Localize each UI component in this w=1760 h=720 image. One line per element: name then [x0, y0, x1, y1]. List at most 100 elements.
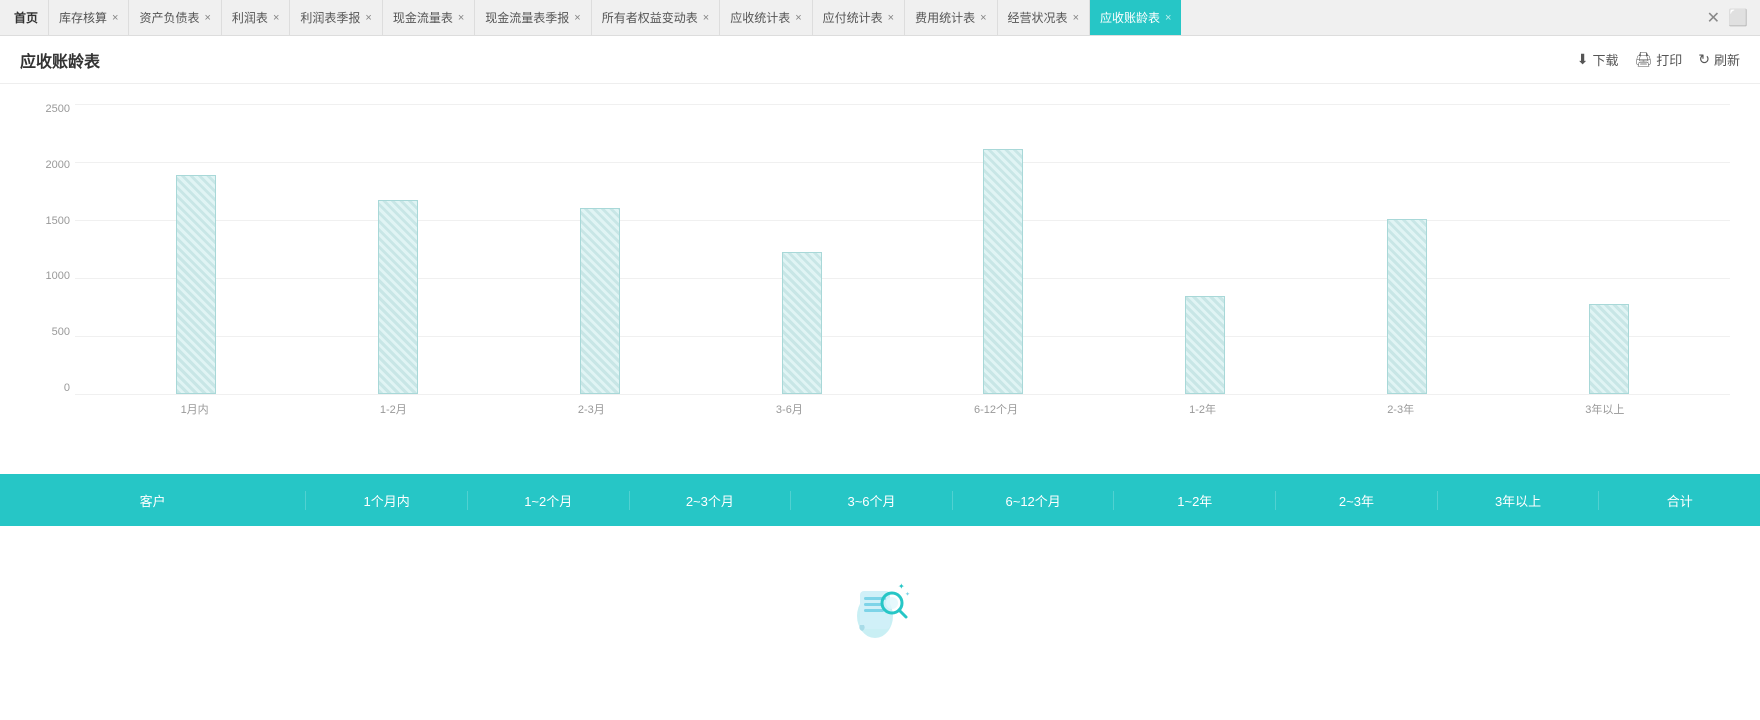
tab-cashflow-quarterly[interactable]: 现金流量表季报 ×	[475, 0, 591, 36]
x-axis-label: 6-12个月	[974, 401, 1018, 417]
tab-close-icon[interactable]: ×	[112, 12, 118, 24]
tab-inventory[interactable]: 库存核算 ×	[49, 0, 129, 36]
tab-close-icon[interactable]: ×	[273, 12, 279, 24]
tab-income-quarterly[interactable]: 利润表季报 ×	[290, 0, 382, 36]
bars-row	[75, 104, 1730, 394]
bar-group	[1387, 219, 1427, 394]
empty-state: ✦ ✦	[0, 526, 1760, 676]
download-button[interactable]: ⬇ 下载	[1577, 50, 1619, 69]
chart-inner: 1月内 1-2月 2-3月 3-6月 6-12个月 1-2年 2-3年 3年以上	[75, 104, 1730, 424]
tab-close-icon[interactable]: ×	[795, 12, 801, 24]
tab-operations[interactable]: 经营状况表 ×	[998, 0, 1090, 36]
x-axis-label: 1-2年	[1189, 401, 1216, 417]
bar	[378, 200, 418, 394]
x-axis-label: 2-3月	[578, 401, 605, 417]
bar-group	[176, 175, 216, 394]
bar	[1589, 304, 1629, 394]
bar	[1387, 219, 1427, 394]
bar	[1185, 296, 1225, 394]
y-axis-label: 1000	[46, 271, 70, 282]
page-title: 应收账龄表	[20, 48, 100, 72]
chart-area: 2500 2000 1500 1000 500 0 1月内 1-2月 2-3月 3-6月 6-12…	[0, 84, 1760, 474]
tab-close-icon[interactable]: ×	[204, 12, 210, 24]
close-window-icon[interactable]: ✕	[1707, 8, 1720, 28]
tab-label: 经营状况表	[1008, 9, 1068, 26]
tab-income[interactable]: 利润表 ×	[222, 0, 290, 36]
bar	[983, 149, 1023, 394]
table-header-cell: 3~6个月	[791, 491, 953, 510]
header-actions: ⬇ 下载 🖨 打印 ↻ 刷新	[1577, 50, 1740, 69]
tab-cashflow[interactable]: 现金流量表 ×	[383, 0, 475, 36]
main-content: 2500 2000 1500 1000 500 0 1月内 1-2月 2-3月 3-6月 6-12…	[0, 84, 1760, 720]
bar-group	[782, 252, 822, 394]
tab-bar: 首页 库存核算×资产负债表×利润表×利润表季报×现金流量表×现金流量表季报×所有…	[0, 0, 1760, 36]
tab-home[interactable]: 首页	[4, 0, 49, 36]
bar	[782, 252, 822, 394]
empty-state-icon: ✦ ✦	[840, 561, 920, 641]
table-header-cell: 1个月内	[306, 491, 468, 510]
chart-y-axis: 2500 2000 1500 1000 500 0	[30, 104, 75, 394]
tab-label: 利润表季报	[300, 9, 360, 26]
table-header-cell: 客户	[0, 491, 306, 510]
svg-text:✦: ✦	[898, 582, 905, 591]
chart-container: 2500 2000 1500 1000 500 0 1月内 1-2月 2-3月 3-6月 6-12…	[30, 104, 1730, 424]
bar-group	[1589, 304, 1629, 394]
maximize-window-icon[interactable]: ⬜	[1728, 8, 1748, 28]
tab-close-icon[interactable]: ×	[365, 12, 371, 24]
download-icon: ⬇	[1577, 51, 1589, 68]
print-icon: 🖨	[1634, 51, 1652, 68]
x-axis-label: 3年以上	[1585, 401, 1624, 417]
y-axis-label: 2500	[46, 104, 70, 115]
y-axis-label: 2000	[46, 160, 70, 171]
tab-expense[interactable]: 费用统计表 ×	[905, 0, 997, 36]
bar	[580, 208, 620, 394]
bar-group	[378, 200, 418, 394]
bar-group	[1185, 296, 1225, 394]
tab-balance[interactable]: 资产负债表 ×	[129, 0, 221, 36]
y-axis-label: 500	[52, 327, 70, 338]
x-axis-label: 2-3年	[1387, 401, 1414, 417]
tab-close-icon[interactable]: ×	[888, 12, 894, 24]
refresh-button[interactable]: ↻ 刷新	[1698, 50, 1740, 69]
bar-group	[580, 208, 620, 394]
tab-label: 应收统计表	[730, 9, 790, 26]
x-axis-label: 1月内	[181, 401, 209, 417]
tab-bar-actions: ✕ ⬜	[1699, 8, 1756, 28]
y-axis-label: 1500	[46, 216, 70, 227]
tab-label: 应收账龄表	[1100, 9, 1160, 26]
table-header-cell: 6~12个月	[953, 491, 1115, 510]
refresh-icon: ↻	[1698, 51, 1710, 68]
tab-label: 费用统计表	[915, 9, 975, 26]
x-labels: 1月内 1-2月 2-3月 3-6月 6-12个月 1-2年 2-3年 3年以上	[75, 394, 1730, 424]
tab-close-icon[interactable]: ×	[1165, 12, 1171, 24]
table-header-cell: 2~3年	[1276, 491, 1438, 510]
y-axis-label: 0	[64, 383, 70, 394]
tab-ap-stats[interactable]: 应付统计表 ×	[813, 0, 905, 36]
tab-close-icon[interactable]: ×	[574, 12, 580, 24]
table-header: 客户1个月内1~2个月2~3个月3~6个月6~12个月1~2年2~3年3年以上合…	[0, 474, 1760, 526]
x-axis-label: 1-2月	[380, 401, 407, 417]
tab-ar-aging[interactable]: 应收账龄表 ×	[1090, 0, 1181, 36]
tab-close-icon[interactable]: ×	[458, 12, 464, 24]
page-header: 应收账龄表 ⬇ 下载 🖨 打印 ↻ 刷新	[0, 36, 1760, 84]
tab-label: 库存核算	[59, 9, 107, 26]
tab-close-icon[interactable]: ×	[703, 12, 709, 24]
x-axis-label: 3-6月	[776, 401, 803, 417]
tab-label: 利润表	[232, 9, 268, 26]
tab-label: 现金流量表季报	[485, 9, 569, 26]
table-header-cell: 合计	[1599, 491, 1760, 510]
tab-label: 应付统计表	[823, 9, 883, 26]
tab-close-icon[interactable]: ×	[980, 12, 986, 24]
table-header-cell: 1~2年	[1114, 491, 1276, 510]
tab-label: 资产负债表	[139, 9, 199, 26]
print-button[interactable]: 🖨 打印	[1634, 50, 1682, 69]
svg-text:✦: ✦	[905, 591, 910, 598]
tab-close-icon[interactable]: ×	[1073, 12, 1079, 24]
tab-ar-stats[interactable]: 应收统计表 ×	[720, 0, 812, 36]
tab-label: 现金流量表	[393, 9, 453, 26]
table-header-cell: 2~3个月	[630, 491, 792, 510]
tab-equity[interactable]: 所有者权益变动表×	[592, 0, 720, 36]
bar	[176, 175, 216, 394]
table-header-cell: 3年以上	[1438, 491, 1600, 510]
bar-group	[983, 149, 1023, 394]
